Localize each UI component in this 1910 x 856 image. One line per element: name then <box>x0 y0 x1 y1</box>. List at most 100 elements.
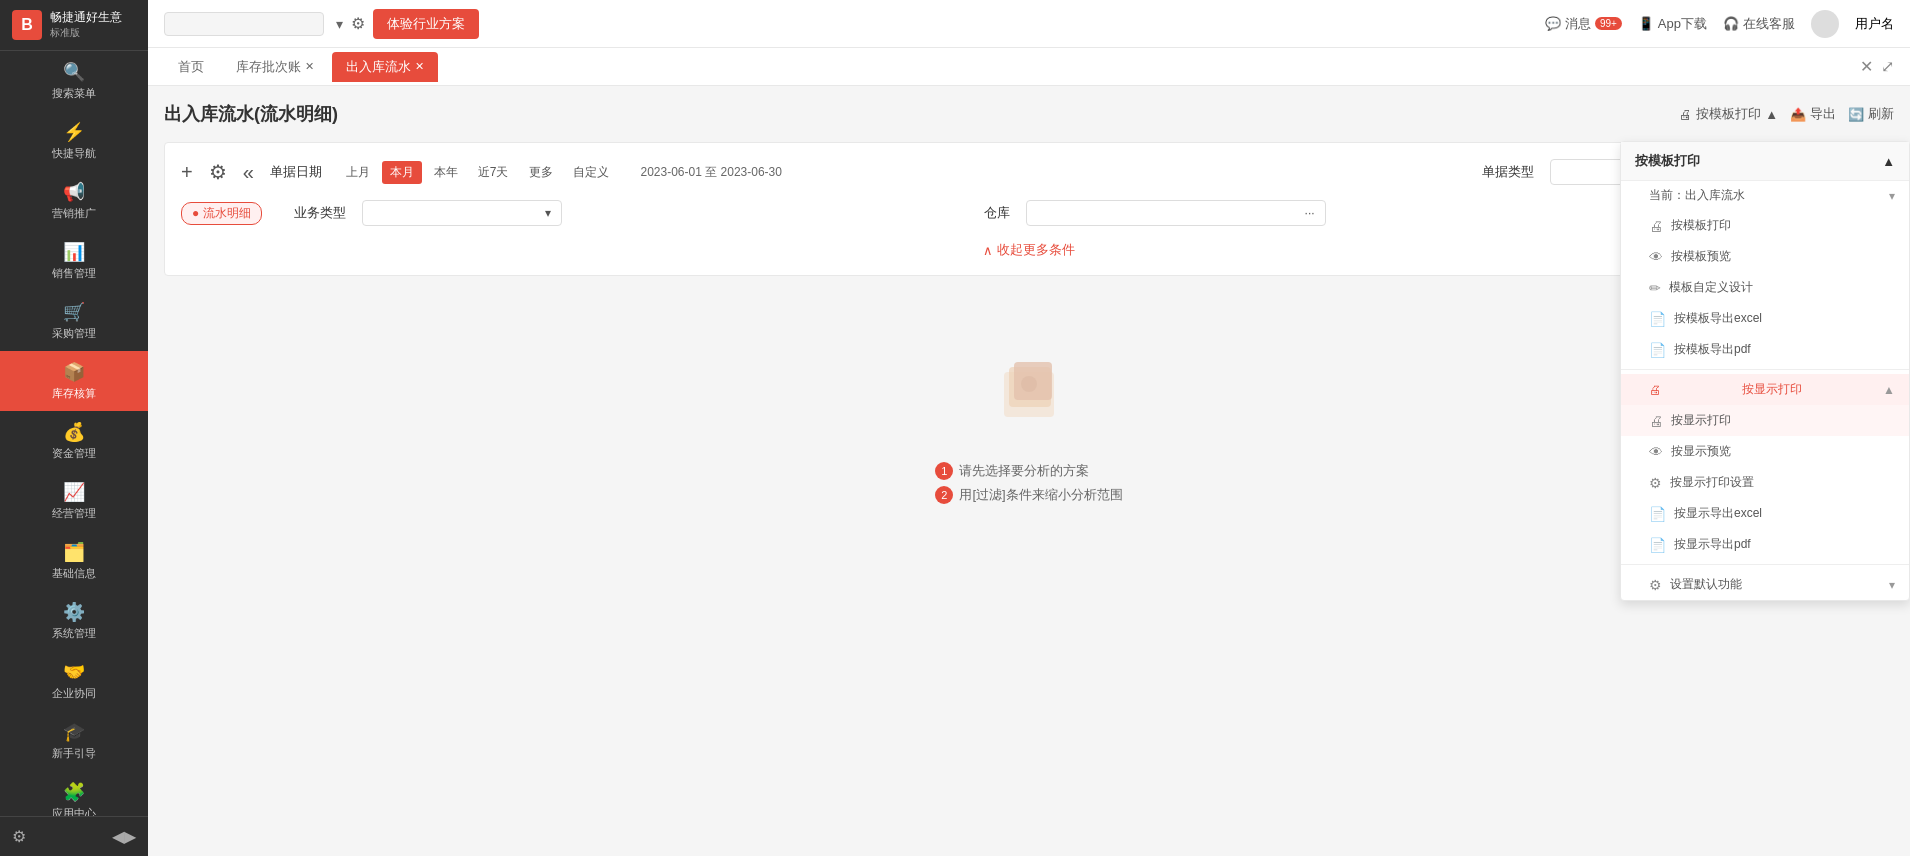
chart-icon: 📊 <box>63 241 85 263</box>
step-2-num: 2 <box>935 486 953 504</box>
print-item-template-design[interactable]: ✏ 模板自定义设计 <box>1621 272 1909 303</box>
date-tab-thismonth[interactable]: 本月 <box>382 161 422 184</box>
print-divider <box>1621 369 1909 370</box>
export-action[interactable]: 📤 导出 <box>1790 105 1836 123</box>
refresh-action[interactable]: 🔄 刷新 <box>1848 105 1894 123</box>
topbar-dropdown-icon[interactable]: ▾ <box>336 16 343 32</box>
filter-collapse-btn[interactable]: « <box>243 161 254 184</box>
print-item-template-excel[interactable]: 📄 按模板导出excel <box>1621 303 1909 334</box>
print-item-display-preview[interactable]: 👁 按显示预览 <box>1621 436 1909 467</box>
sidebar-item-marketing[interactable]: 📢 营销推广 <box>0 171 148 231</box>
export-label: 导出 <box>1810 105 1836 123</box>
sidebar-item-label: 采购管理 <box>52 326 96 341</box>
sidebar-item-label: 快捷导航 <box>52 146 96 161</box>
industry-btn[interactable]: 体验行业方案 <box>373 9 479 39</box>
date-tab-thisyear[interactable]: 本年 <box>426 161 466 184</box>
date-tab-more[interactable]: 更多 <box>521 161 561 184</box>
sidebar-item-label: 资金管理 <box>52 446 96 461</box>
tab-flow-close[interactable]: ✕ <box>415 60 424 73</box>
tab-home[interactable]: 首页 <box>164 52 218 82</box>
logo-text-name: 畅捷通好生意 <box>50 10 122 26</box>
excel-icon: 📄 <box>1649 311 1666 327</box>
print-item-display-excel[interactable]: 📄 按显示导出excel <box>1621 498 1909 529</box>
filter-tag-detail[interactable]: ● 流水明细 <box>181 202 262 225</box>
user-avatar[interactable] <box>1811 10 1839 38</box>
empty-step-2: 2 用[过滤]条件来缩小分析范围 <box>935 486 1122 504</box>
default-settings-icon: ⚙ <box>1649 577 1662 593</box>
sidebar-item-operations[interactable]: 📈 经营管理 <box>0 471 148 531</box>
print-panel-current[interactable]: 当前：出入库流水 ▾ <box>1621 181 1909 210</box>
topbar-message[interactable]: 💬 消息 99+ <box>1545 15 1622 33</box>
template-pdf-label: 按模板导出pdf <box>1674 341 1751 358</box>
sidebar-item-label: 应用中心 <box>52 806 96 816</box>
sidebar-item-basic[interactable]: 🗂️ 基础信息 <box>0 531 148 591</box>
print-section-display[interactable]: 🖨 按显示打印 ▲ <box>1621 374 1909 405</box>
date-tab-7days[interactable]: 近7天 <box>470 161 517 184</box>
tabs-close-icon[interactable]: ✕ <box>1860 57 1873 76</box>
current-label: 当前：出入库流水 <box>1649 187 1745 204</box>
page-title: 出入库流水(流水明细) <box>164 102 338 126</box>
print-action[interactable]: 🖨 按模板打印 ▲ <box>1679 105 1778 123</box>
print-item-template-preview[interactable]: 👁 按模板预览 <box>1621 241 1909 272</box>
date-tab-lastmonth[interactable]: 上月 <box>338 161 378 184</box>
sidebar-footer: ⚙ ◀▶ <box>0 816 148 856</box>
sidebar-item-quicknav[interactable]: ⚡ 快捷导航 <box>0 111 148 171</box>
message-label: 消息 <box>1565 15 1591 33</box>
display-excel-icon: 📄 <box>1649 506 1666 522</box>
sidebar-item-sales[interactable]: 📊 销售管理 <box>0 231 148 291</box>
page-header: 出入库流水(流水明细) 🖨 按模板打印 ▲ 📤 导出 🔄 刷新 <box>164 102 1894 126</box>
print-item-default-settings[interactable]: ⚙ 设置默认功能 ▾ <box>1621 569 1909 600</box>
date-tab-custom[interactable]: 自定义 <box>565 161 617 184</box>
current-chevron: ▾ <box>1889 189 1895 203</box>
sidebar-item-search[interactable]: 🔍 搜索菜单 <box>0 51 148 111</box>
sidebar-item-enterprise[interactable]: 🤝 企业协同 <box>0 651 148 711</box>
settings-footer-icon[interactable]: ⚙ <box>12 827 26 846</box>
tabs-expand-icon[interactable]: ⤢ <box>1881 57 1894 76</box>
topbar-search-input[interactable] <box>164 12 324 36</box>
filter-warehouse-more[interactable]: ··· <box>1305 206 1315 220</box>
filter-biz-select[interactable]: ▾ <box>362 200 562 226</box>
sidebar-item-apps[interactable]: 🧩 应用中心 <box>0 771 148 816</box>
megaphone-icon: 📢 <box>63 181 85 203</box>
filter-add-btn[interactable]: + <box>181 161 193 184</box>
topbar-app-download[interactable]: 📱 App下载 <box>1638 15 1707 33</box>
tab-flow[interactable]: 出入库流水 ✕ <box>332 52 438 82</box>
print-item-display-settings[interactable]: ⚙ 按显示打印设置 <box>1621 467 1909 498</box>
template-print-label: 按模板打印 <box>1671 217 1731 234</box>
filter-settings-btn[interactable]: ⚙ <box>209 160 227 184</box>
sidebar-item-finance[interactable]: 💰 资金管理 <box>0 411 148 471</box>
sidebar-item-label: 企业协同 <box>52 686 96 701</box>
sidebar-item-system[interactable]: ⚙️ 系统管理 <box>0 591 148 651</box>
display-settings-label: 按显示打印设置 <box>1670 474 1754 491</box>
print-divider-2 <box>1621 564 1909 565</box>
print-item-display-print[interactable]: 🖨 按显示打印 <box>1621 405 1909 436</box>
sidebar-item-inventory[interactable]: 📦 库存核算 <box>0 351 148 411</box>
print-item-template-pdf[interactable]: 📄 按模板导出pdf <box>1621 334 1909 365</box>
display-section-label: 按显示打印 <box>1742 381 1802 398</box>
topbar-service[interactable]: 🎧 在线客服 <box>1723 15 1795 33</box>
tabs-actions: ✕ ⤢ <box>1860 57 1894 76</box>
collapse-footer-icon[interactable]: ◀▶ <box>112 827 136 846</box>
print-item-display-pdf[interactable]: 📄 按显示导出pdf <box>1621 529 1909 560</box>
user-name: 用户名 <box>1855 15 1894 33</box>
sidebar-item-newbie[interactable]: 🎓 新手引导 <box>0 711 148 771</box>
tab-home-label: 首页 <box>178 58 204 76</box>
display-settings-icon: ⚙ <box>1649 475 1662 491</box>
sidebar-item-label: 销售管理 <box>52 266 96 281</box>
tab-batch[interactable]: 库存批次账 ✕ <box>222 52 328 82</box>
tab-batch-close[interactable]: ✕ <box>305 60 314 73</box>
print-label: 按模板打印 <box>1696 105 1761 123</box>
topbar-gear-icon[interactable]: ⚙ <box>351 14 365 33</box>
sidebar-item-purchase[interactable]: 🛒 采购管理 <box>0 291 148 351</box>
sidebar-item-label: 库存核算 <box>52 386 96 401</box>
print-panel-chevron-up[interactable]: ▲ <box>1882 154 1895 169</box>
handshake-icon: 🤝 <box>63 661 85 683</box>
printer-icon: 🖨 <box>1649 218 1663 234</box>
filter-type-label: 单据类型 <box>1482 163 1534 181</box>
refresh-label: 刷新 <box>1868 105 1894 123</box>
print-item-template-print[interactable]: 🖨 按模板打印 <box>1621 210 1909 241</box>
logo-icon: B <box>12 10 42 40</box>
export-icon: 📤 <box>1790 107 1806 122</box>
filter-warehouse-select[interactable]: ··· <box>1026 200 1326 226</box>
filter-biz-chevron: ▾ <box>545 206 551 220</box>
